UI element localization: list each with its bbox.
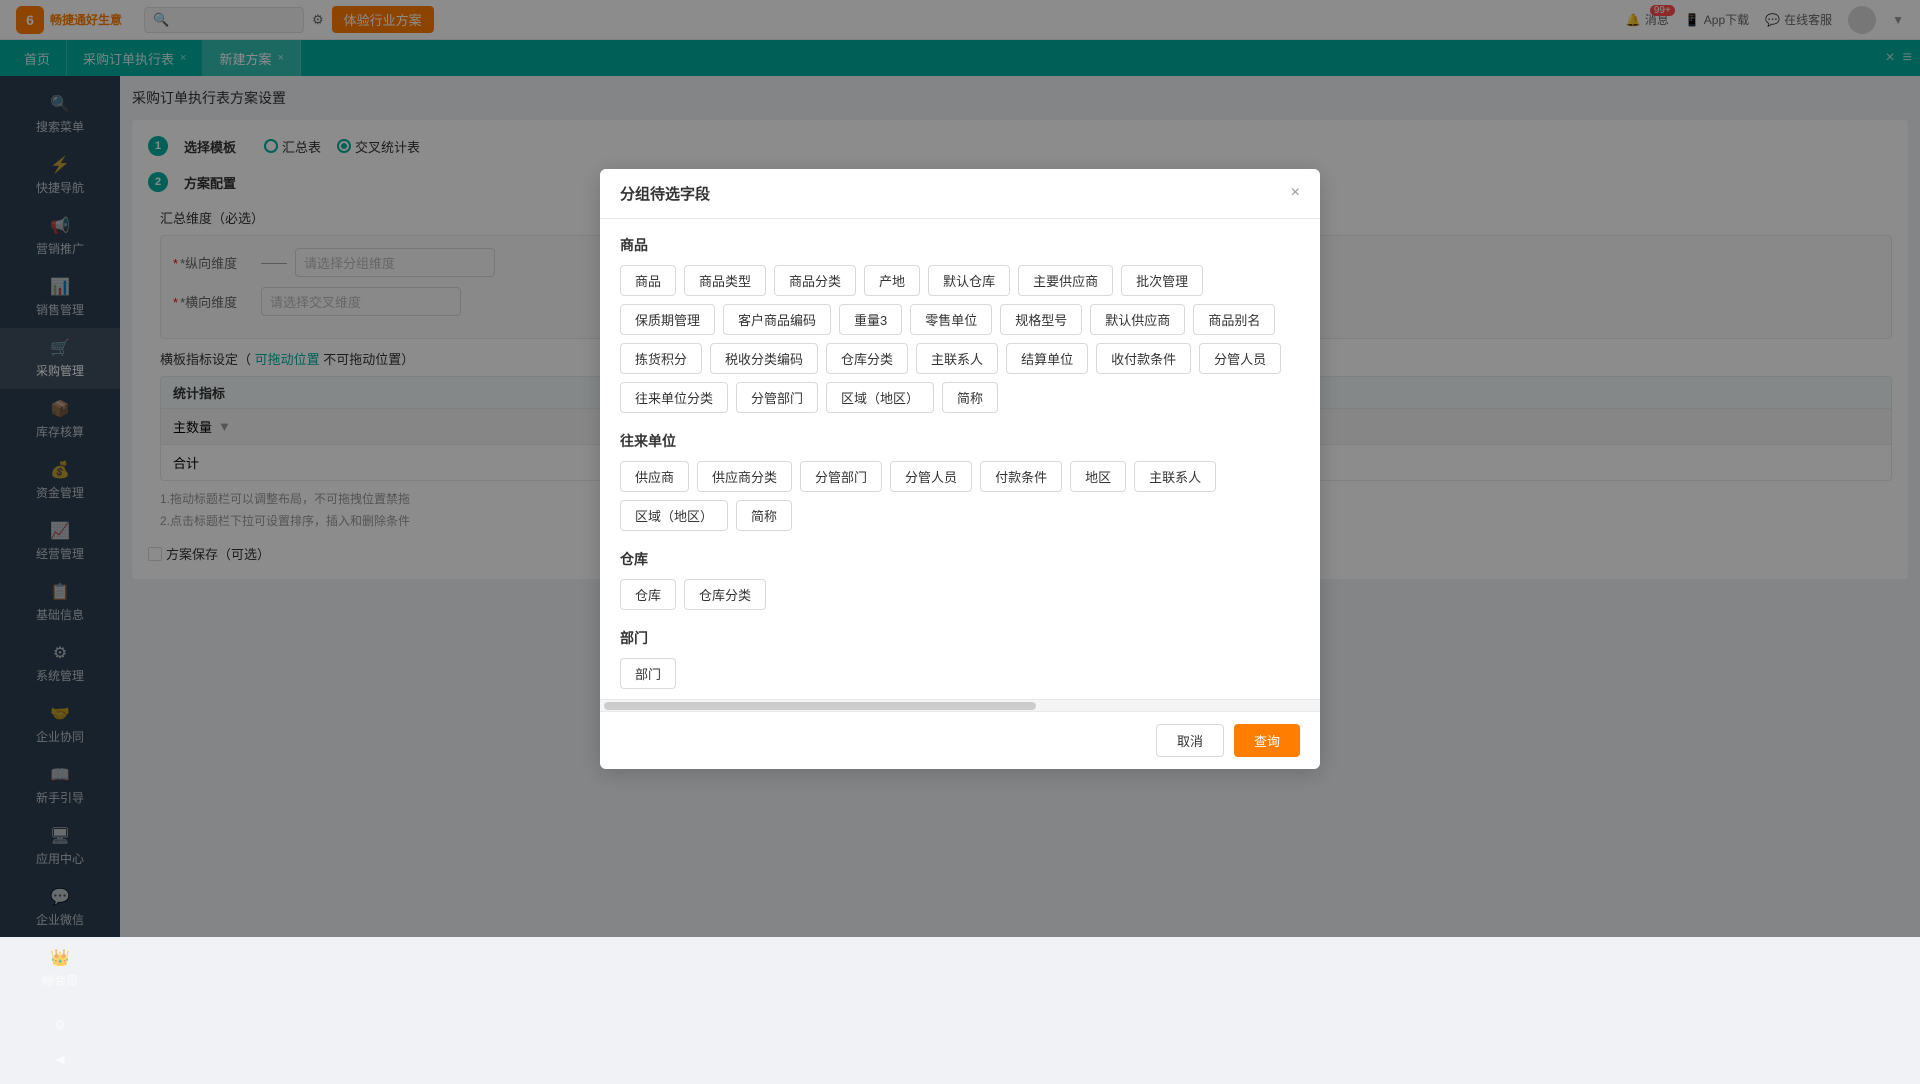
field-tag[interactable]: 产地 [864, 265, 920, 296]
field-tag[interactable]: 供应商分类 [697, 461, 792, 492]
field-tag[interactable]: 往来单位分类 [620, 382, 728, 413]
section-warehouse-title: 仓库 [620, 549, 1300, 569]
field-tag[interactable]: 地区 [1070, 461, 1126, 492]
field-tag[interactable]: 区域（地区） [620, 500, 728, 531]
modal-body: 商品 商品 商品类型 商品分类 产地 默认仓库 主要供应商 批次管理 保质期管理… [600, 219, 1320, 699]
field-tag[interactable]: 客户商品编码 [723, 304, 831, 335]
field-tag[interactable]: 商品 [620, 265, 676, 296]
field-tag[interactable]: 付款条件 [980, 461, 1062, 492]
field-tag[interactable]: 默认供应商 [1090, 304, 1185, 335]
section-partner: 往来单位 供应商 供应商分类 分管部门 分管人员 付款条件 地区 主联系人 区域… [620, 431, 1300, 531]
hscroll-thumb [604, 702, 1036, 710]
field-tag[interactable]: 零售单位 [910, 304, 992, 335]
field-tag[interactable]: 简称 [736, 500, 792, 531]
field-tag[interactable]: 商品分类 [774, 265, 856, 296]
field-tag[interactable]: 默认仓库 [928, 265, 1010, 296]
sidebar-collapse-btn[interactable]: ◀ [0, 1042, 120, 1076]
field-tag[interactable]: 区域（地区） [826, 382, 934, 413]
field-tag[interactable]: 保质期管理 [620, 304, 715, 335]
field-tag[interactable]: 重量3 [839, 304, 902, 335]
field-select-modal: 分组待选字段 × 商品 商品 商品类型 商品分类 产地 默认仓库 主要供应商 批… [600, 169, 1320, 769]
field-tag[interactable]: 分管部门 [800, 461, 882, 492]
field-tag[interactable]: 供应商 [620, 461, 689, 492]
sidebar-item-member-label: 畅会员 [42, 972, 78, 989]
section-goods-tags: 商品 商品类型 商品分类 产地 默认仓库 主要供应商 批次管理 保质期管理 客户… [620, 265, 1300, 413]
modal-overlay: 分组待选字段 × 商品 商品 商品类型 商品分类 产地 默认仓库 主要供应商 批… [0, 0, 1920, 937]
modal-header: 分组待选字段 × [600, 169, 1320, 219]
sidebar-bottom: ⚙ ◀ [0, 999, 120, 1084]
field-tag[interactable]: 结算单位 [1006, 343, 1088, 374]
field-tag[interactable]: 拣货积分 [620, 343, 702, 374]
settings-bottom-icon: ⚙ [55, 1018, 66, 1032]
field-tag[interactable]: 仓库分类 [684, 579, 766, 610]
field-tag[interactable]: 分管人员 [890, 461, 972, 492]
field-tag[interactable]: 仓库 [620, 579, 676, 610]
confirm-button[interactable]: 查询 [1234, 724, 1300, 757]
section-dept: 部门 部门 [620, 628, 1300, 689]
modal-close-button[interactable]: × [1291, 185, 1300, 201]
field-tag[interactable]: 仓库分类 [826, 343, 908, 374]
section-dept-title: 部门 [620, 628, 1300, 648]
field-tag[interactable]: 分管部门 [736, 382, 818, 413]
field-tag[interactable]: 税收分类编码 [710, 343, 818, 374]
modal-hscrollbar[interactable] [600, 699, 1320, 711]
field-tag[interactable]: 部门 [620, 658, 676, 689]
sidebar-item-member[interactable]: 👑 畅会员 [0, 938, 120, 999]
field-tag[interactable]: 商品类型 [684, 265, 766, 296]
section-partner-tags: 供应商 供应商分类 分管部门 分管人员 付款条件 地区 主联系人 区域（地区） … [620, 461, 1300, 531]
field-tag[interactable]: 简称 [942, 382, 998, 413]
field-tag[interactable]: 规格型号 [1000, 304, 1082, 335]
modal-title: 分组待选字段 [620, 183, 710, 204]
cancel-button[interactable]: 取消 [1156, 724, 1224, 757]
field-tag[interactable]: 分管人员 [1199, 343, 1281, 374]
field-tag[interactable]: 主联系人 [1134, 461, 1216, 492]
section-warehouse: 仓库 仓库 仓库分类 [620, 549, 1300, 610]
modal-footer: 取消 查询 [600, 711, 1320, 769]
field-tag[interactable]: 收付款条件 [1096, 343, 1191, 374]
section-partner-title: 往来单位 [620, 431, 1300, 451]
section-dept-tags: 部门 [620, 658, 1300, 689]
field-tag[interactable]: 商品别名 [1193, 304, 1275, 335]
section-warehouse-tags: 仓库 仓库分类 [620, 579, 1300, 610]
sidebar-settings-btn[interactable]: ⚙ [0, 1008, 120, 1042]
member-icon: 👑 [50, 948, 70, 968]
collapse-icon: ◀ [55, 1052, 64, 1066]
field-tag[interactable]: 主联系人 [916, 343, 998, 374]
section-goods-title: 商品 [620, 235, 1300, 255]
field-tag[interactable]: 主要供应商 [1018, 265, 1113, 296]
section-goods: 商品 商品 商品类型 商品分类 产地 默认仓库 主要供应商 批次管理 保质期管理… [620, 235, 1300, 413]
field-tag[interactable]: 批次管理 [1121, 265, 1203, 296]
